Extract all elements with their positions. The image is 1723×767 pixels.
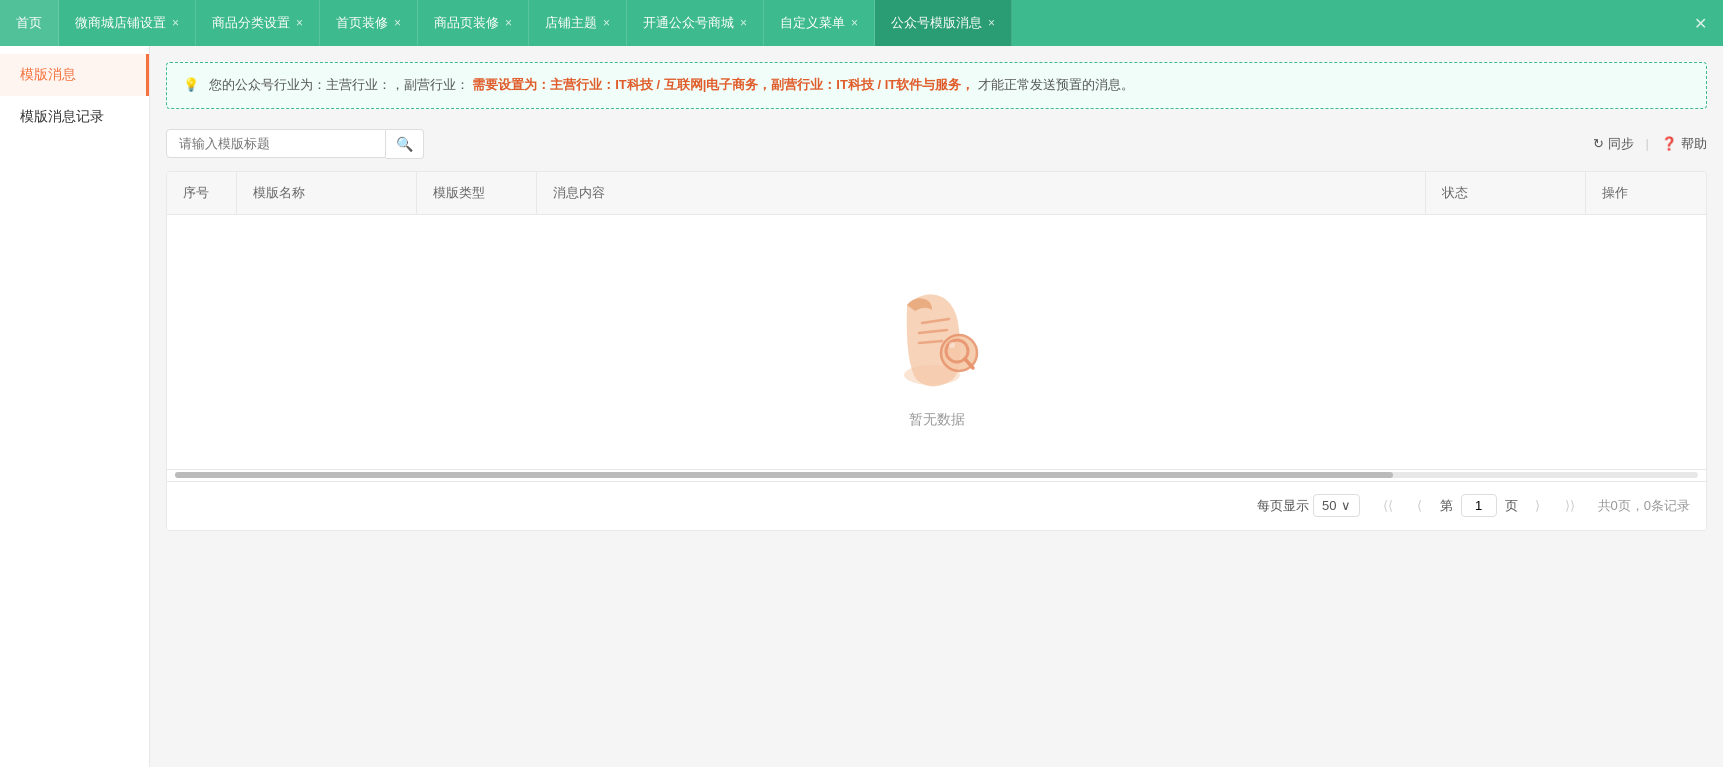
close-icon[interactable]: ×	[988, 16, 995, 30]
last-page-button[interactable]: ⟩⟩	[1558, 494, 1582, 518]
first-page-button[interactable]: ⟨⟨	[1376, 494, 1400, 518]
scrollbar-thumb	[175, 472, 1393, 478]
nav-tab-store[interactable]: 微商城店铺设置 ×	[59, 0, 196, 46]
search-left: 🔍	[166, 129, 424, 159]
nav-tab-shop[interactable]: 开通公众号商城 ×	[627, 0, 764, 46]
col-header-index: 序号	[167, 172, 237, 214]
close-icon[interactable]: ×	[603, 16, 610, 30]
prev-page-button[interactable]: ⟨	[1408, 494, 1432, 518]
sidebar-item-template-records-label: 模版消息记录	[20, 108, 104, 124]
chevron-down-icon: ∨	[1341, 498, 1351, 513]
nav-tab-theme[interactable]: 店铺主题 ×	[529, 0, 627, 46]
search-bar: 🔍 ↻ 同步 | ❓ 帮助	[166, 129, 1707, 159]
nav-tab-home[interactable]: 首页	[0, 0, 59, 46]
notice-box: 💡 您的公众号行业为：主营行业：，副营行业： 需要设置为：主营行业：IT科技 /…	[166, 62, 1707, 109]
sync-button[interactable]: ↻ 同步	[1593, 135, 1634, 153]
data-table: 序号 模版名称 模版类型 消息内容 状态 操作	[166, 171, 1707, 531]
nav-tab-template[interactable]: 公众号模版消息 ×	[875, 0, 1012, 46]
help-button[interactable]: ❓ 帮助	[1661, 135, 1707, 153]
scrollbar-area[interactable]	[167, 469, 1706, 481]
next-page-button[interactable]: ⟩	[1526, 494, 1550, 518]
nav-tab-theme-label: 店铺主题	[545, 14, 597, 32]
nav-tab-category[interactable]: 商品分类设置 ×	[196, 0, 320, 46]
main-layout: 模版消息 模版消息记录 💡 您的公众号行业为：主营行业：，副营行业： 需要设置为…	[0, 46, 1723, 767]
nav-tab-product-label: 商品页装修	[434, 14, 499, 32]
page-size-value: 50	[1322, 498, 1336, 513]
close-icon[interactable]: ×	[740, 16, 747, 30]
scrollbar-track	[175, 472, 1698, 478]
help-icon: ❓	[1661, 136, 1677, 151]
notice-suffix: 才能正常发送预置的消息。	[978, 77, 1134, 92]
top-nav: 首页 微商城店铺设置 × 商品分类设置 × 首页装修 × 商品页装修 × 店铺主…	[0, 0, 1723, 46]
nav-tab-menu[interactable]: 自定义菜单 ×	[764, 0, 875, 46]
sync-icon: ↻	[1593, 136, 1604, 151]
nav-tab-menu-label: 自定义菜单	[780, 14, 845, 32]
nav-tab-home-label: 首页	[16, 14, 42, 32]
page-go-label: 第	[1440, 497, 1453, 515]
content-area: 💡 您的公众号行业为：主营行业：，副营行业： 需要设置为：主营行业：IT科技 /…	[150, 46, 1723, 767]
empty-text: 暂无数据	[909, 411, 965, 429]
sync-label: 同步	[1608, 135, 1634, 153]
search-input[interactable]	[166, 129, 386, 158]
page-label: 页	[1505, 497, 1518, 515]
nav-tab-shop-label: 开通公众号商城	[643, 14, 734, 32]
col-header-action: 操作	[1586, 172, 1706, 214]
nav-tab-homepage-label: 首页装修	[336, 14, 388, 32]
nav-tab-category-label: 商品分类设置	[212, 14, 290, 32]
bulb-icon: 💡	[183, 77, 199, 92]
close-icon[interactable]: ×	[296, 16, 303, 30]
page-size-selector: 每页显示 50 ∨	[1257, 494, 1359, 517]
notice-highlight: 需要设置为：主营行业：IT科技 / 互联网|电子商务，副营行业：IT科技 / I…	[472, 77, 974, 92]
nav-tab-store-label: 微商城店铺设置	[75, 14, 166, 32]
search-right: ↻ 同步 | ❓ 帮助	[1593, 135, 1707, 153]
sidebar: 模版消息 模版消息记录	[0, 46, 150, 767]
pagination: 每页显示 50 ∨ ⟨⟨ ⟨ 第 页 ⟩ ⟩⟩ 共0页，0条记录	[167, 481, 1706, 530]
col-header-type: 模版类型	[417, 172, 537, 214]
close-all-button[interactable]: ✕	[1678, 14, 1723, 33]
col-header-content: 消息内容	[537, 172, 1426, 214]
help-label: 帮助	[1681, 135, 1707, 153]
search-icon: 🔍	[396, 136, 413, 152]
col-header-status: 状态	[1426, 172, 1586, 214]
nav-tab-homepage[interactable]: 首页装修 ×	[320, 0, 418, 46]
page-input[interactable]	[1461, 494, 1497, 517]
total-info: 共0页，0条记录	[1598, 497, 1690, 515]
sidebar-item-template[interactable]: 模版消息	[0, 54, 149, 96]
sidebar-item-template-label: 模版消息	[20, 66, 76, 82]
page-size-select[interactable]: 50 ∨	[1313, 494, 1359, 517]
nav-tab-product[interactable]: 商品页装修 ×	[418, 0, 529, 46]
table-header: 序号 模版名称 模版类型 消息内容 状态 操作	[167, 172, 1706, 215]
svg-point-7	[949, 342, 955, 348]
close-icon[interactable]: ×	[505, 16, 512, 30]
page-size-label: 每页显示	[1257, 497, 1309, 515]
nav-tab-template-label: 公众号模版消息	[891, 14, 982, 32]
sidebar-item-template-records[interactable]: 模版消息记录	[0, 96, 149, 138]
search-button[interactable]: 🔍	[386, 129, 424, 159]
empty-icon	[877, 275, 997, 395]
close-icon[interactable]: ×	[851, 16, 858, 30]
notice-prefix: 您的公众号行业为：主营行业：，副营行业：	[209, 77, 469, 92]
col-header-name: 模版名称	[237, 172, 417, 214]
empty-state: 暂无数据	[167, 215, 1706, 469]
close-icon[interactable]: ×	[394, 16, 401, 30]
close-icon[interactable]: ×	[172, 16, 179, 30]
divider: |	[1646, 136, 1649, 151]
